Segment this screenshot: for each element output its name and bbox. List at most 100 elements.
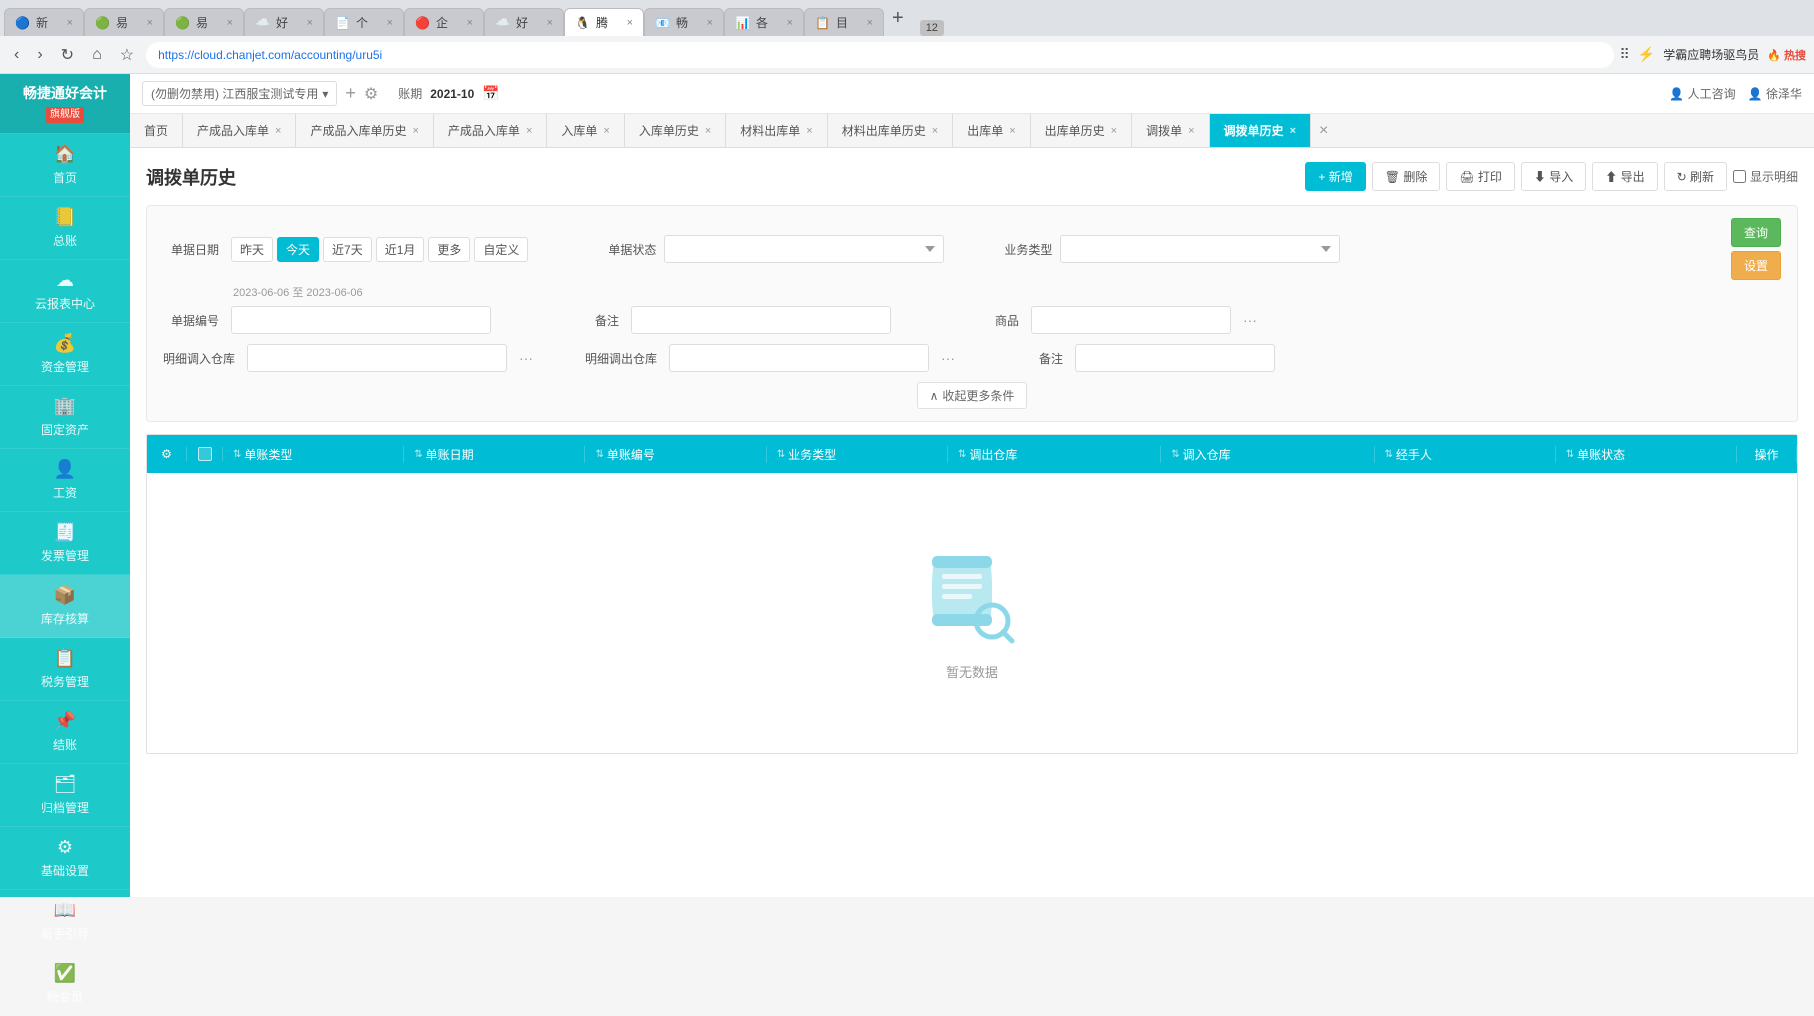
tab-in-order-close[interactable]: × [603,125,609,137]
tab8-close[interactable]: × [627,17,633,29]
tab9-close[interactable]: × [707,17,713,29]
tab-material-out-history[interactable]: 材料出库单历史 × [828,114,953,147]
th-number[interactable]: ⇅ 单账编号 [585,446,766,463]
tab5-close[interactable]: × [387,17,393,29]
th-settings[interactable]: ⚙ [147,447,187,461]
sidebar-item-guide[interactable]: 📖 新手引导 [0,890,130,953]
import-button[interactable]: ⬇ 导入 [1521,162,1586,191]
goods-input[interactable] [1031,306,1231,334]
goods-ellipsis[interactable]: ··· [1243,312,1257,328]
header-checkbox[interactable] [198,447,212,461]
tab3-close[interactable]: × [227,17,233,29]
new-tab-button[interactable]: + [884,7,912,30]
tab-product-in-history-close[interactable]: × [412,125,418,137]
browser-tab-7[interactable]: ☁️ 好 × [484,8,564,36]
browser-tab-2[interactable]: 🟢 易 × [84,8,164,36]
status-select[interactable] [664,235,944,263]
tab-in-history[interactable]: 入库单历史 × [625,114,726,147]
company-settings-icon[interactable]: ⚙ [364,84,378,104]
sidebar-item-close[interactable]: 📌 结账 [0,701,130,764]
browser-tab-6[interactable]: 🔴 企 × [404,8,484,36]
forward-button[interactable]: › [31,42,48,68]
tab2-close[interactable]: × [147,17,153,29]
sidebar-item-payroll[interactable]: 👤 工资 [0,449,130,512]
back-button[interactable]: ‹ [8,42,25,68]
calendar-icon[interactable]: 📅 [482,85,499,102]
biz-type-select[interactable] [1060,235,1340,263]
browser-tab-10[interactable]: 📊 各 × [724,8,804,36]
print-button[interactable]: 🖨 打印 [1446,162,1515,191]
detail-in-input[interactable] [247,344,507,372]
delete-button[interactable]: 🗑 删除 [1372,162,1441,191]
th-checkbox[interactable] [187,447,223,461]
tab-out-history-close[interactable]: × [1111,125,1117,137]
tab-product-in-close[interactable]: × [275,125,281,137]
th-in-wh[interactable]: ⇅ 调入仓库 [1161,446,1374,463]
date-btn-more[interactable]: 更多 [428,237,470,262]
browser-tab-9[interactable]: 📧 畅 × [644,8,724,36]
settings-filter-button[interactable]: 设置 [1731,251,1781,280]
refresh-button-page[interactable]: ↻ 刷新 [1664,162,1727,191]
add-company-icon[interactable]: + [345,83,356,104]
tab-transfer-close[interactable]: × [1188,125,1194,137]
tab-in-order[interactable]: 入库单 × [547,114,624,147]
tab-out-order-close[interactable]: × [1009,125,1015,137]
tab-material-out-close[interactable]: × [806,125,812,137]
lightning-icon[interactable]: ⚡ [1638,46,1655,63]
sidebar-item-home[interactable]: 🏠 首页 [0,134,130,197]
tab-material-out[interactable]: 材料出库单 × [726,114,827,147]
sidebar-item-archive[interactable]: 🗂 归档管理 [0,764,130,827]
tab10-close[interactable]: × [787,17,793,29]
date-btn-custom[interactable]: 自定义 [474,237,528,262]
date-btn-1month[interactable]: 近1月 [376,237,425,262]
tab-transfer[interactable]: 调拨单 × [1132,114,1209,147]
home-button[interactable]: ⌂ [86,42,108,68]
detail-out-input[interactable] [669,344,929,372]
browser-tab-5[interactable]: 📄 个 × [324,8,404,36]
th-type[interactable]: ⇅ 单账类型 [223,446,404,463]
sidebar-item-fixed-assets[interactable]: 🏢 固定资产 [0,386,130,449]
address-input[interactable] [146,42,1613,68]
tab11-close[interactable]: × [867,17,873,29]
collapse-button[interactable]: ∧ 收起更多条件 [917,382,1028,409]
user-avatar[interactable]: 👤 徐泽华 [1748,85,1802,102]
export-button[interactable]: ⬆ 导出 [1592,162,1657,191]
tab-product-in-history[interactable]: 产成品入库单历史 × [296,114,433,147]
tab-home[interactable]: 首页 [130,114,183,147]
company-selector[interactable]: (勿删勿禁用) 江西服宝测试专用 ▾ [142,81,337,106]
tab4-close[interactable]: × [307,17,313,29]
th-biz-type[interactable]: ⇅ 业务类型 [767,446,948,463]
browser-tab-8[interactable]: 🐧 腾 × [564,8,644,36]
tab-product-in2[interactable]: 产成品入库单 × [434,114,547,147]
new-button[interactable]: + 新增 [1305,162,1365,191]
th-out-wh[interactable]: ⇅ 调出仓库 [948,446,1161,463]
tab-product-in2-close[interactable]: × [526,125,532,137]
browser-tab-3[interactable]: 🟢 易 × [164,8,244,36]
detail-in-ellipsis[interactable]: ··· [519,350,533,366]
tab7-close[interactable]: × [547,17,553,29]
remark-input[interactable] [631,306,891,334]
th-status[interactable]: ⇅ 单账状态 [1556,446,1737,463]
browser-tab-1[interactable]: 🔵 新 × [4,8,84,36]
service-link[interactable]: 👤 人工咨询 [1669,85,1735,102]
sidebar-item-tax[interactable]: 📋 税务管理 [0,638,130,701]
close-all-tabs-icon[interactable]: × [1311,114,1336,147]
browser-tab-4[interactable]: ☁️ 好 × [244,8,324,36]
tab-transfer-history-close[interactable]: × [1290,125,1296,137]
tab-in-history-close[interactable]: × [705,125,711,137]
query-button[interactable]: 查询 [1731,218,1781,247]
sidebar-item-inventory[interactable]: 📦 库存核算 [0,575,130,638]
sidebar-item-invoice[interactable]: 🧾 发票管理 [0,512,130,575]
tab6-close[interactable]: × [467,17,473,29]
number-input[interactable] [231,306,491,334]
th-date[interactable]: ⇅ 单账日期 [404,446,585,463]
browser-tab-11[interactable]: 📋 目 × [804,8,884,36]
sidebar-item-settings[interactable]: ⚙ 基础设置 [0,827,130,890]
tab-out-order[interactable]: 出库单 × [953,114,1030,147]
th-handler[interactable]: ⇅ 经手人 [1375,446,1556,463]
date-btn-yesterday[interactable]: 昨天 [231,237,273,262]
date-btn-7days[interactable]: 近7天 [323,237,372,262]
extensions-icon[interactable]: ⠿ [1620,46,1630,63]
tab-product-in[interactable]: 产成品入库单 × [183,114,296,147]
tab-transfer-history[interactable]: 调拨单历史 × [1210,114,1311,147]
